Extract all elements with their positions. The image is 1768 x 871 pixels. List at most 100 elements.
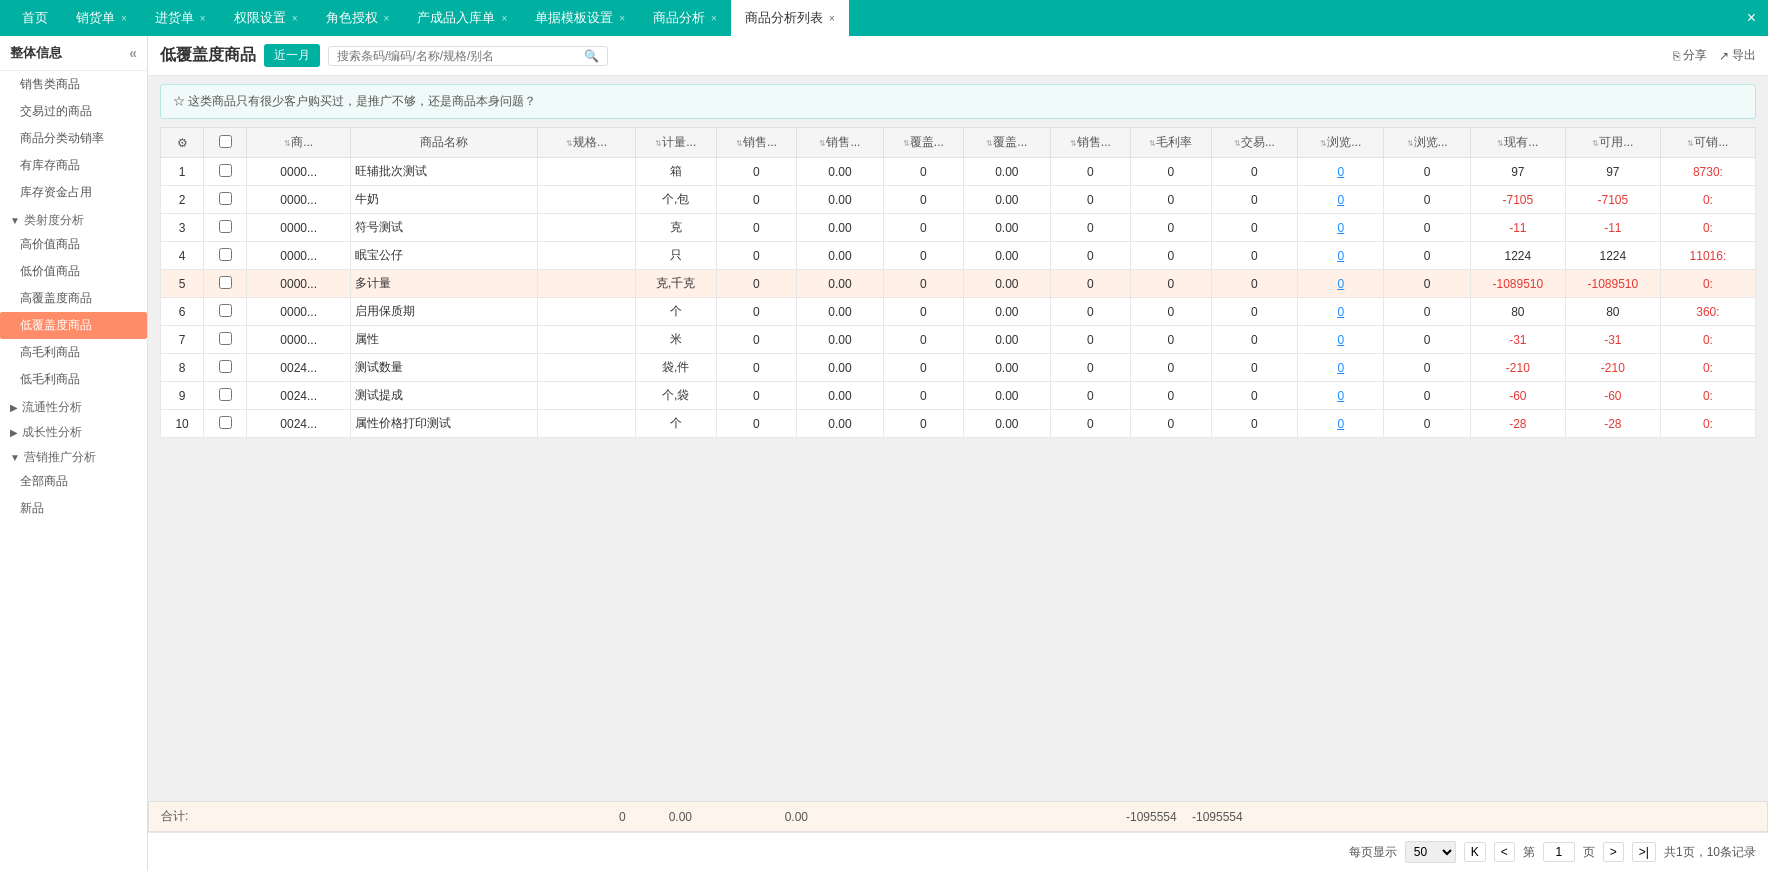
page-input[interactable] <box>1543 842 1575 862</box>
row-browse1[interactable]: 0 <box>1298 326 1384 354</box>
row-checkbox[interactable] <box>219 360 232 373</box>
next-page-button[interactable]: > <box>1603 842 1624 862</box>
sidebar-item-in-stock[interactable]: 有库存商品 <box>0 152 147 179</box>
close-icon[interactable]: × <box>501 13 507 24</box>
row-browse1[interactable]: 0 <box>1298 242 1384 270</box>
row-checkbox-cell[interactable] <box>204 242 247 270</box>
row-checkbox[interactable] <box>219 192 232 205</box>
sidebar-item-category-rate[interactable]: 商品分类动销率 <box>0 125 147 152</box>
row-checkbox-cell[interactable] <box>204 382 247 410</box>
sidebar-group-coverage[interactable]: ▼ 类射度分析 <box>0 206 147 231</box>
nav-tab-purchase[interactable]: 进货单 × <box>141 0 220 36</box>
sidebar-item-new-goods[interactable]: 新品 <box>0 495 147 522</box>
row-checkbox-cell[interactable] <box>204 326 247 354</box>
row-checkbox-cell[interactable] <box>204 214 247 242</box>
trade-col-header[interactable]: ⇅交易... <box>1211 128 1297 158</box>
last-page-button[interactable]: >| <box>1632 842 1656 862</box>
nav-tab-home[interactable]: 首页 <box>8 0 62 36</box>
row-current: -31 <box>1470 326 1565 354</box>
select-all-checkbox[interactable] <box>219 135 232 148</box>
row-checkbox-cell[interactable] <box>204 410 247 438</box>
row-browse1[interactable]: 0 <box>1298 214 1384 242</box>
row-checkbox[interactable] <box>219 416 232 429</box>
time-filter-button[interactable]: 近一月 <box>264 44 320 67</box>
row-checkbox[interactable] <box>219 220 232 233</box>
nav-tab-templates[interactable]: 单据模板设置 × <box>521 0 639 36</box>
export-button[interactable]: ↗ 导出 <box>1719 47 1756 64</box>
close-icon[interactable]: × <box>292 13 298 24</box>
row-browse1[interactable]: 0 <box>1298 186 1384 214</box>
nav-tab-products[interactable]: 产成品入库单 × <box>403 0 521 36</box>
close-all-button[interactable]: × <box>1747 9 1756 27</box>
close-icon[interactable]: × <box>829 13 835 24</box>
sidebar-item-high-margin[interactable]: 高毛利商品 <box>0 339 147 366</box>
prev-page-button[interactable]: < <box>1494 842 1515 862</box>
row-checkbox[interactable] <box>219 388 232 401</box>
row-checkbox[interactable] <box>219 164 232 177</box>
row-sales-days: 0 <box>1050 214 1131 242</box>
sales-count-col-header[interactable]: ⇅销售... <box>716 128 797 158</box>
table-container[interactable]: ⚙ ⇅商... 商品名称 ⇅规格... ⇅计量... ⇅销售... ⇅销售...… <box>160 127 1756 801</box>
nav-tab-roles[interactable]: 角色授权 × <box>312 0 404 36</box>
sidebar-item-low-value[interactable]: 低价值商品 <box>0 258 147 285</box>
row-browse1[interactable]: 0 <box>1298 410 1384 438</box>
row-checkbox-cell[interactable] <box>204 298 247 326</box>
sidebar-item-high-coverage[interactable]: 高覆盖度商品 <box>0 285 147 312</box>
sellable-col-header[interactable]: ⇅可销... <box>1660 128 1755 158</box>
close-icon[interactable]: × <box>619 13 625 24</box>
row-browse1[interactable]: 0 <box>1298 382 1384 410</box>
nav-tab-permissions[interactable]: 权限设置 × <box>220 0 312 36</box>
row-checkbox[interactable] <box>219 248 232 261</box>
gross-rate-col-header[interactable]: ⇅毛利率 <box>1131 128 1212 158</box>
nav-tab-analysis-list[interactable]: 商品分析列表 × <box>731 0 849 36</box>
settings-col-header[interactable]: ⚙ <box>161 128 204 158</box>
unit-col-header[interactable]: ⇅计量... <box>635 128 716 158</box>
row-checkbox-cell[interactable] <box>204 354 247 382</box>
sales-days-col-header[interactable]: ⇅销售... <box>1050 128 1131 158</box>
check-col-header[interactable] <box>204 128 247 158</box>
sidebar-collapse-button[interactable]: « <box>129 45 137 61</box>
row-browse1[interactable]: 0 <box>1298 270 1384 298</box>
code-col-header[interactable]: ⇅商... <box>247 128 351 158</box>
first-page-button[interactable]: K <box>1464 842 1486 862</box>
sidebar-item-sales-goods[interactable]: 销售类商品 <box>0 71 147 98</box>
browse2-col-header[interactable]: ⇅浏览... <box>1384 128 1470 158</box>
cover-rate-col-header[interactable]: ⇅覆盖... <box>964 128 1050 158</box>
search-input[interactable] <box>337 49 584 63</box>
sidebar-group-marketing[interactable]: ▼ 营销推广分析 <box>0 443 147 468</box>
row-unit: 袋,件 <box>635 354 716 382</box>
nav-tab-analysis[interactable]: 商品分析 × <box>639 0 731 36</box>
cover-count-col-header[interactable]: ⇅覆盖... <box>883 128 964 158</box>
sidebar-item-low-margin[interactable]: 低毛利商品 <box>0 366 147 393</box>
row-checkbox-cell[interactable] <box>204 186 247 214</box>
row-checkbox[interactable] <box>219 276 232 289</box>
row-checkbox-cell[interactable] <box>204 270 247 298</box>
row-checkbox[interactable] <box>219 304 232 317</box>
row-checkbox-cell[interactable] <box>204 158 247 186</box>
name-col-header[interactable]: 商品名称 <box>350 128 537 158</box>
sidebar-item-stock-capital[interactable]: 库存资金占用 <box>0 179 147 206</box>
sales-amount-col-header[interactable]: ⇅销售... <box>797 128 883 158</box>
close-icon[interactable]: × <box>711 13 717 24</box>
row-checkbox[interactable] <box>219 332 232 345</box>
close-icon[interactable]: × <box>200 13 206 24</box>
share-button[interactable]: ⎘ 分享 <box>1673 47 1707 64</box>
search-box[interactable]: 🔍 <box>328 46 608 66</box>
available-col-header[interactable]: ⇅可用... <box>1565 128 1660 158</box>
browse1-col-header[interactable]: ⇅浏览... <box>1298 128 1384 158</box>
close-icon[interactable]: × <box>121 13 127 24</box>
sidebar-item-all-goods[interactable]: 全部商品 <box>0 468 147 495</box>
row-browse1[interactable]: 0 <box>1298 158 1384 186</box>
sidebar-item-low-coverage[interactable]: 低覆盖度商品 <box>0 312 147 339</box>
nav-tab-sales[interactable]: 销货单 × <box>62 0 141 36</box>
sidebar-group-growth[interactable]: ▶ 成长性分析 <box>0 418 147 443</box>
per-page-select[interactable]: 50 20 100 <box>1405 841 1456 863</box>
spec-col-header[interactable]: ⇅规格... <box>538 128 636 158</box>
close-icon[interactable]: × <box>384 13 390 24</box>
current-col-header[interactable]: ⇅现有... <box>1470 128 1565 158</box>
sidebar-item-traded-goods[interactable]: 交易过的商品 <box>0 98 147 125</box>
row-browse1[interactable]: 0 <box>1298 298 1384 326</box>
sidebar-group-liquidity[interactable]: ▶ 流通性分析 <box>0 393 147 418</box>
row-browse1[interactable]: 0 <box>1298 354 1384 382</box>
sidebar-item-high-value[interactable]: 高价值商品 <box>0 231 147 258</box>
